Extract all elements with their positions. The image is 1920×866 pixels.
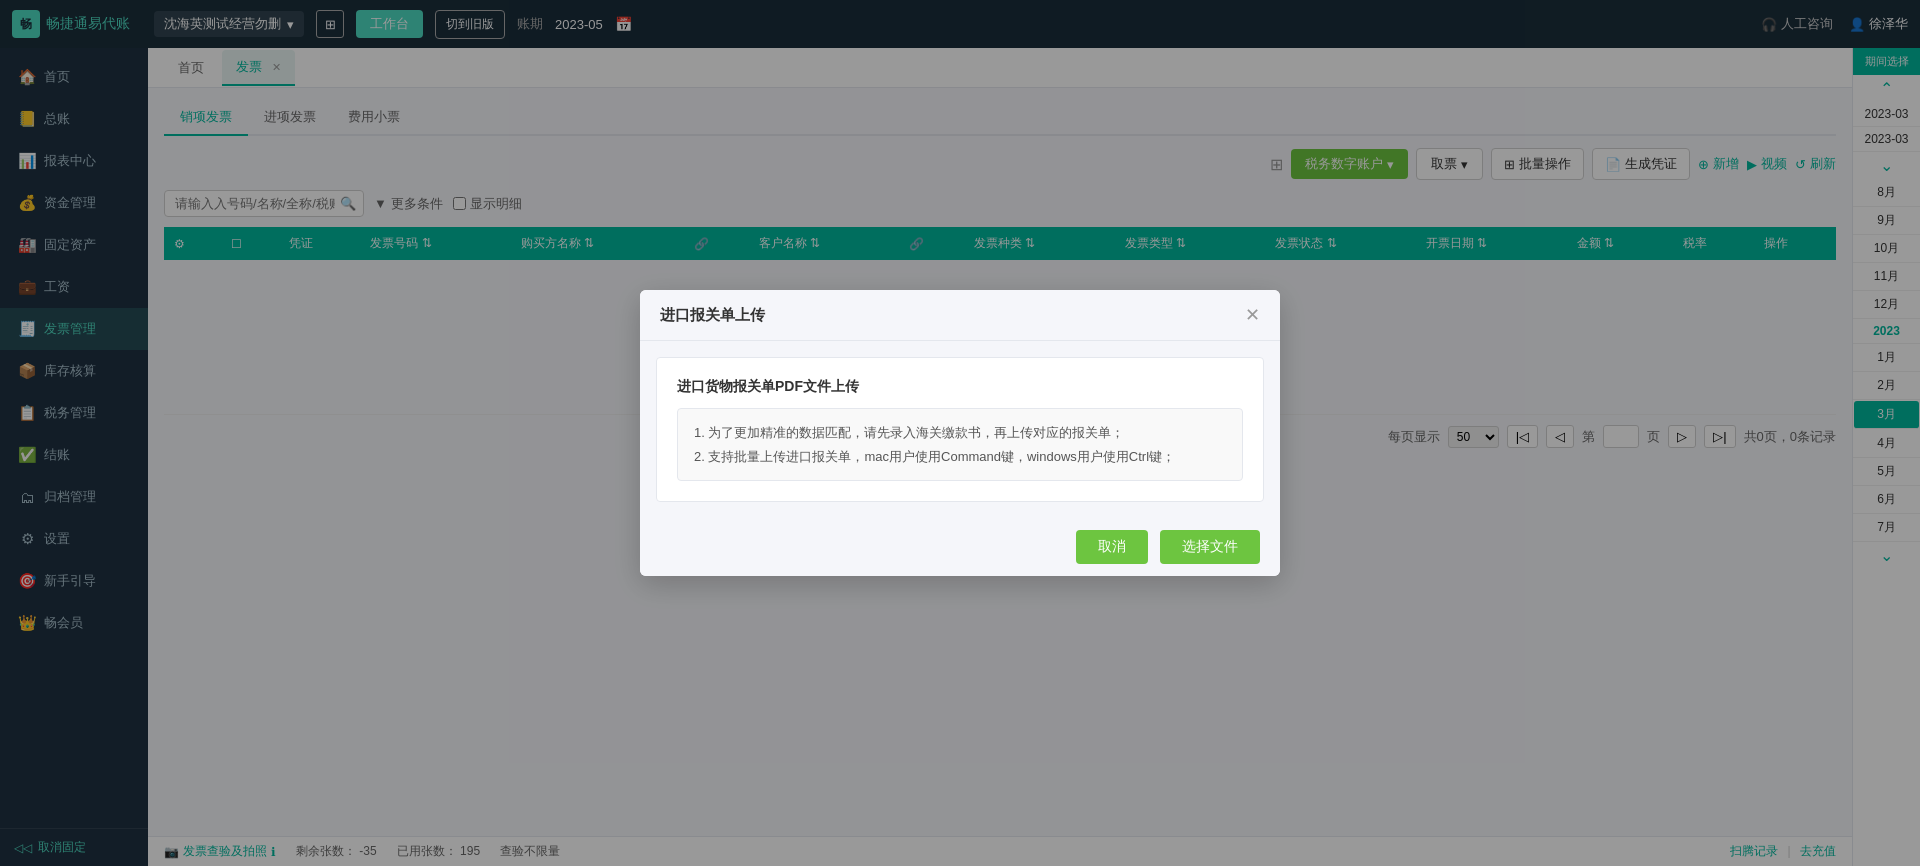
- modal-confirm-button[interactable]: 选择文件: [1160, 530, 1260, 564]
- modal-body-title: 进口货物报关单PDF文件上传: [677, 378, 1243, 396]
- modal-cancel-button[interactable]: 取消: [1076, 530, 1148, 564]
- modal-note-2: 2. 支持批量上传进口报关单，mac用户使用Command键，windows用户…: [694, 445, 1226, 468]
- modal-notes: 1. 为了更加精准的数据匹配，请先录入海关缴款书，再上传对应的报关单； 2. 支…: [677, 408, 1243, 481]
- modal-footer: 取消 选择文件: [640, 518, 1280, 576]
- modal-overlay[interactable]: 进口报关单上传 ✕ 进口货物报关单PDF文件上传 1. 为了更加精准的数据匹配，…: [0, 0, 1920, 866]
- modal-header: 进口报关单上传 ✕: [640, 290, 1280, 341]
- modal-title: 进口报关单上传: [660, 306, 765, 325]
- modal-note-1: 1. 为了更加精准的数据匹配，请先录入海关缴款书，再上传对应的报关单；: [694, 421, 1226, 444]
- modal-body: 进口货物报关单PDF文件上传 1. 为了更加精准的数据匹配，请先录入海关缴款书，…: [656, 357, 1264, 502]
- modal-close-button[interactable]: ✕: [1245, 304, 1260, 326]
- import-modal: 进口报关单上传 ✕ 进口货物报关单PDF文件上传 1. 为了更加精准的数据匹配，…: [640, 290, 1280, 576]
